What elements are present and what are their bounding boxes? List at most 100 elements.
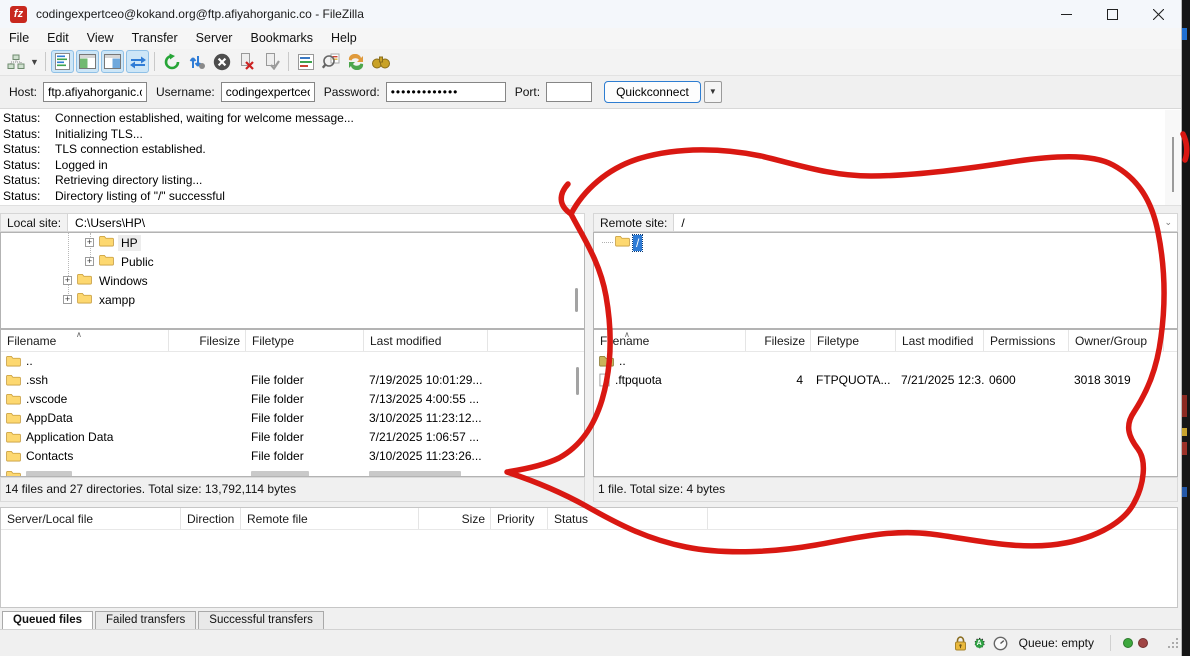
toggle-remote-tree-button[interactable] <box>101 50 124 74</box>
file-row[interactable]: .ssh File folder 7/19/2025 10:01:29... <box>1 371 584 390</box>
lock-icon[interactable] <box>954 635 967 651</box>
menu-item-transfer[interactable]: Transfer <box>123 28 187 49</box>
tree-guide-line <box>68 233 69 301</box>
tab-queued-files[interactable]: Queued files <box>2 611 94 630</box>
maximize-button[interactable] <box>1089 0 1135 28</box>
tab-successful-transfers[interactable]: Successful transfers <box>198 611 324 630</box>
folder-icon <box>599 355 614 367</box>
list-scrollbar-thumb[interactable] <box>576 366 579 395</box>
password-input[interactable] <box>385 81 506 102</box>
file-row[interactable]: AppData File folder 3/10/2025 11:23:12... <box>1 409 584 428</box>
file-cell-type: File folder <box>251 411 304 426</box>
log-message: TLS connection established. <box>55 142 206 157</box>
column-header-owner-group[interactable]: Owner/Group <box>1069 329 1164 351</box>
expand-plus-icon[interactable]: + <box>85 257 94 267</box>
synchronized-browsing-button[interactable] <box>344 50 367 73</box>
vertical-splitter[interactable] <box>585 329 593 477</box>
menu-item-view[interactable]: View <box>78 28 123 49</box>
expand-plus-icon[interactable]: + <box>63 295 72 305</box>
file-cell-name: .ssh <box>1 373 169 387</box>
find-files-button[interactable] <box>369 50 392 73</box>
username-input[interactable] <box>220 81 315 102</box>
toolbar-separator <box>154 52 155 72</box>
minimize-button[interactable] <box>1043 0 1089 28</box>
file-row[interactable]: .. <box>594 352 1177 371</box>
file-cell-type: File folder <box>251 392 304 407</box>
clipped-row[interactable] <box>1 466 584 476</box>
toggle-transfer-queue-button[interactable] <box>126 50 149 74</box>
tab-failed-transfers[interactable]: Failed transfers <box>95 611 197 630</box>
file-row[interactable]: .ftpquota 4 FTPQUOTA... 7/21/2025 12:3... 06… <box>594 371 1177 390</box>
queue-column-remote-file[interactable]: Remote file <box>241 507 419 529</box>
site-manager-button[interactable] <box>4 50 27 73</box>
column-header-filename[interactable]: Filename <box>594 329 746 351</box>
menu-item-help[interactable]: Help <box>322 28 366 49</box>
queue-column-size[interactable]: Size <box>419 507 491 529</box>
green-indicator-led <box>1123 638 1133 649</box>
file-row[interactable]: Contacts File folder 3/10/2025 11:23:26... <box>1 447 584 466</box>
file-row[interactable]: .. <box>1 352 584 371</box>
toolbar: ▼ <box>0 48 1181 76</box>
host-input[interactable] <box>43 81 148 102</box>
column-header-filetype[interactable]: Filetype <box>246 329 364 351</box>
queue-column-priority[interactable]: Priority <box>491 507 548 529</box>
menu-item-bookmarks[interactable]: Bookmarks <box>241 28 322 49</box>
file-cell-type: File folder <box>251 430 304 445</box>
quickconnect-button[interactable]: Quickconnect <box>604 80 701 103</box>
tree-item-hp[interactable]: + HP <box>1 233 584 252</box>
process-queue-button[interactable] <box>185 50 208 73</box>
queue-column-server-local-file[interactable]: Server/Local file <box>1 507 181 529</box>
menu-item-file[interactable]: File <box>0 28 38 49</box>
quickconnect-dropdown[interactable]: ▼ <box>703 80 722 103</box>
tree-item-root[interactable]: / <box>594 233 1177 252</box>
expand-plus-icon[interactable]: + <box>85 238 94 248</box>
file-row[interactable]: .vscode File folder 7/13/2025 4:00:55 ... <box>1 390 584 409</box>
local-site-combobox[interactable]: C:\Users\HP\ ⌄ <box>68 213 585 233</box>
chevron-down-icon[interactable]: ⌄ <box>571 217 579 228</box>
transfer-queue: Server/Local file Direction Remote file Siz… <box>0 506 1178 609</box>
column-header-filesize[interactable]: Filesize <box>169 329 246 351</box>
directory-compare-button[interactable] <box>319 50 342 73</box>
disconnect-button[interactable] <box>235 50 258 73</box>
chevron-down-icon[interactable]: ⌄ <box>1164 217 1172 228</box>
filezilla-logo-icon: fz <box>10 5 27 23</box>
toolbar-separator <box>45 52 46 72</box>
column-header-filesize[interactable]: Filesize <box>746 329 811 351</box>
tree-item-windows[interactable]: + Windows <box>1 271 584 290</box>
port-input[interactable] <box>546 81 593 102</box>
toggle-local-tree-button[interactable] <box>76 50 99 74</box>
expand-plus-icon[interactable]: + <box>63 276 72 286</box>
column-header-last-modified[interactable]: Last modified <box>896 329 984 351</box>
file-row[interactable]: Application Data File folder 7/21/2025 1:0… <box>1 428 584 447</box>
queue-column-direction[interactable]: Direction <box>181 507 241 529</box>
menu-item-edit[interactable]: Edit <box>38 28 78 49</box>
column-header-permissions[interactable]: Permissions <box>984 329 1069 351</box>
refresh-button[interactable] <box>160 50 183 73</box>
cancel-button[interactable] <box>210 50 233 73</box>
close-button[interactable] <box>1135 0 1181 28</box>
settings-gear-icon[interactable]: ⚙A <box>972 635 988 651</box>
folder-icon <box>99 254 114 269</box>
log-scrollbar[interactable] <box>1165 109 1180 205</box>
horizontal-splitter[interactable] <box>0 206 1181 214</box>
reconnect-button[interactable] <box>260 50 283 73</box>
toggle-message-log-button[interactable] <box>51 50 74 74</box>
queue-column-status[interactable]: Status <box>548 507 708 529</box>
tree-item-xampp[interactable]: + xampp <box>1 290 584 309</box>
queue-header: Server/Local file Direction Remote file Siz… <box>1 507 1177 530</box>
column-header-last-modified[interactable]: Last modified <box>364 329 488 351</box>
directory-filter-button[interactable] <box>294 50 317 73</box>
log-scrollbar-thumb[interactable] <box>1172 136 1174 192</box>
speed-gauge-icon[interactable] <box>993 636 1008 651</box>
vertical-splitter[interactable] <box>585 232 593 329</box>
site-manager-dropdown[interactable]: ▼ <box>28 50 41 73</box>
tree-dotted-connector <box>602 242 613 244</box>
menu-item-server[interactable]: Server <box>187 28 242 49</box>
remote-site-combobox[interactable]: / ⌄ <box>674 213 1178 233</box>
log-message: Logged in <box>55 157 108 172</box>
tree-item-label: HP <box>118 234 141 251</box>
column-header-filetype[interactable]: Filetype <box>811 329 896 351</box>
tree-item-public[interactable]: + Public <box>1 252 584 271</box>
resize-grip[interactable] <box>1167 637 1179 649</box>
column-header-filename[interactable]: Filename <box>1 329 169 351</box>
